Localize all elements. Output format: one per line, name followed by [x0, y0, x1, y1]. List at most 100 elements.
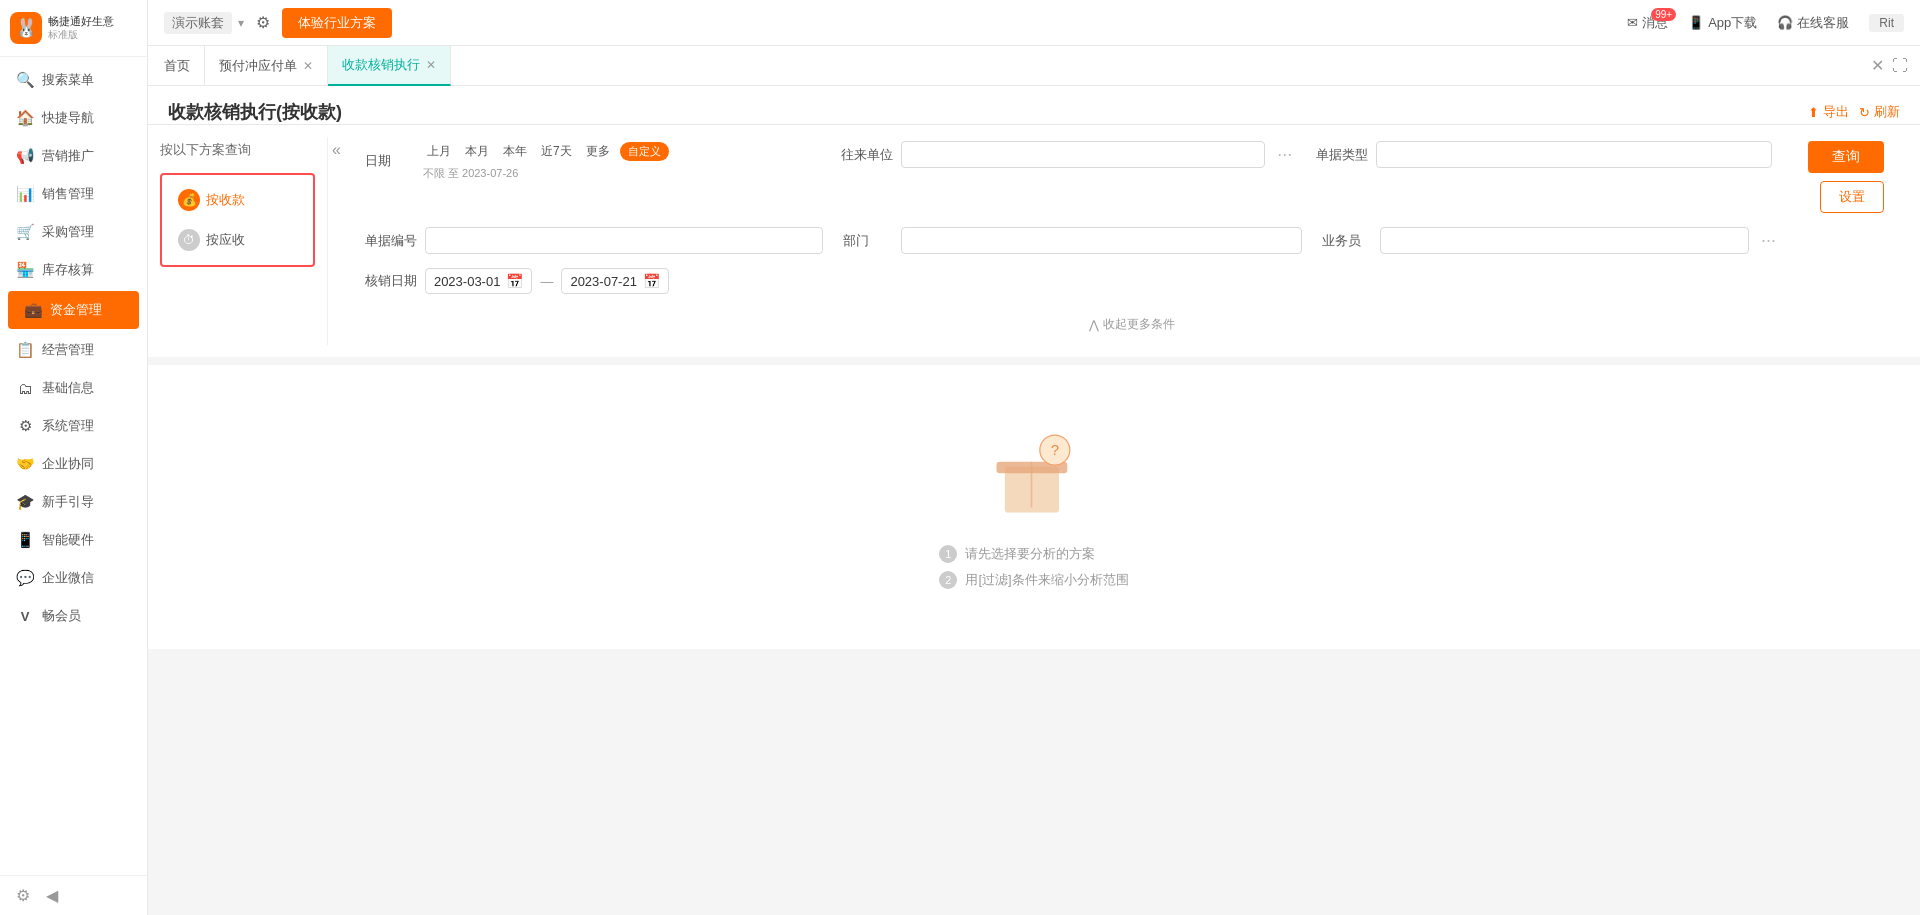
query-button[interactable]: 查询 — [1808, 141, 1884, 173]
voucher-no-input[interactable] — [425, 227, 823, 254]
refresh-button[interactable]: ↻ 刷新 — [1859, 103, 1900, 121]
writeoff-date-end-input[interactable]: 2023-07-21 📅 — [561, 268, 669, 294]
dept-label: 部门 — [843, 232, 893, 250]
writeoff-date-label: 核销日期 — [365, 272, 417, 290]
collapse-more-icon: ⋀ — [1089, 318, 1099, 332]
user-name[interactable]: Rit — [1869, 14, 1904, 32]
marketing-nav-icon: 📢 — [16, 147, 34, 165]
sidebar-item-system[interactable]: ⚙ 系统管理 — [0, 407, 147, 445]
staff-input[interactable] — [1380, 227, 1749, 254]
filter-option-by-receipt[interactable]: 💰 按收款 — [170, 183, 305, 217]
date-custom[interactable]: 自定义 — [620, 142, 669, 161]
sidebar-item-funds[interactable]: 💼 资金管理 — [8, 291, 139, 329]
inventory-nav-icon: 🏪 — [16, 261, 34, 279]
partner-label: 往来单位 — [841, 146, 893, 164]
company-dropdown-icon[interactable]: ▾ — [238, 16, 244, 30]
sidebar-item-member[interactable]: V 畅会员 — [0, 597, 147, 635]
staff-more-icon[interactable]: ··· — [1757, 230, 1780, 251]
sidebar-item-business[interactable]: 📋 经营管理 — [0, 331, 147, 369]
tab-prepay[interactable]: 预付冲应付单 ✕ — [205, 46, 328, 86]
sidebar-item-wechat[interactable]: 💬 企业微信 — [0, 559, 147, 597]
sales-nav-icon: 📊 — [16, 185, 34, 203]
tabbar: 首页 预付冲应付单 ✕ 收款核销执行 ✕ ✕ ⛶ — [148, 46, 1920, 86]
sidebar-item-marketing[interactable]: 📢 营销推广 — [0, 137, 147, 175]
partner-more-icon[interactable]: ··· — [1273, 144, 1296, 165]
collapse-more-conditions[interactable]: ⋀ 收起更多条件 — [365, 308, 1900, 341]
sidebar-label-hardware: 智能硬件 — [42, 531, 94, 549]
collapse-sidebar-arrow[interactable]: « — [328, 137, 345, 345]
sidebar-item-sales[interactable]: 📊 销售管理 — [0, 175, 147, 213]
sidebar-label-guide: 新手引导 — [42, 493, 94, 511]
business-nav-icon: 📋 — [16, 341, 34, 359]
hint-num-1: 1 — [939, 545, 957, 563]
tab-expand-icon[interactable]: ⛶ — [1892, 57, 1908, 75]
hint-text-2: 用[过滤]条件来缩小分析范围 — [965, 571, 1128, 589]
app-edition: 标准版 — [48, 28, 114, 42]
app-download-button[interactable]: 📱 App下载 — [1688, 14, 1757, 32]
settings-button[interactable]: 设置 — [1820, 181, 1884, 213]
sidebar-label-funds: 资金管理 — [50, 301, 102, 319]
staff-label: 业务员 — [1322, 232, 1372, 250]
sidebar-item-hardware[interactable]: 📱 智能硬件 — [0, 521, 147, 559]
calendar-end-icon: 📅 — [643, 273, 660, 289]
sidebar-label-business: 经营管理 — [42, 341, 94, 359]
date-last-7-days[interactable]: 近7天 — [537, 141, 576, 162]
filter-row-2: 单据编号 部门 业务员 ··· — [365, 227, 1900, 254]
sidebar-logo: 🐰 畅捷通好生意 标准版 — [0, 0, 147, 57]
sidebar-item-search[interactable]: 🔍 搜索菜单 — [0, 61, 147, 99]
by-receivable-icon: ⏱ — [178, 229, 200, 251]
by-receivable-label: 按应收 — [206, 231, 245, 249]
message-icon: ✉ — [1627, 15, 1638, 30]
svg-text:?: ? — [1051, 441, 1059, 458]
app-logo-icon: 🐰 — [10, 12, 42, 44]
topbar-gear-icon[interactable]: ⚙ — [256, 13, 270, 32]
tab-close-all-icon[interactable]: ✕ — [1871, 56, 1884, 75]
writeoff-date-start-input[interactable]: 2023-03-01 📅 — [425, 268, 533, 294]
sidebar-item-purchase[interactable]: 🛒 采购管理 — [0, 213, 147, 251]
date-last-month[interactable]: 上月 — [423, 141, 455, 162]
export-button[interactable]: ⬆ 导出 — [1808, 103, 1849, 121]
tab-receipt-close-icon[interactable]: ✕ — [426, 58, 436, 72]
online-service-button[interactable]: 🎧 在线客服 — [1777, 14, 1849, 32]
dept-select[interactable] — [901, 227, 1301, 254]
date-sub-text: 不限 至 2023-07-26 — [423, 166, 669, 181]
date-this-year[interactable]: 本年 — [499, 141, 531, 162]
refresh-label: 刷新 — [1874, 103, 1900, 121]
topbar-right: ✉ 消息 99+ 📱 App下载 🎧 在线客服 Rit — [1627, 14, 1904, 32]
purchase-nav-icon: 🛒 — [16, 223, 34, 241]
filter-option-by-receivable[interactable]: ⏱ 按应收 — [170, 223, 305, 257]
filter-area: 按以下方案查询 💰 按收款 ⏱ 按应收 « — [148, 125, 1920, 357]
voucher-type-select[interactable] — [1376, 141, 1772, 168]
home-nav-icon: 🏠 — [16, 109, 34, 127]
tabbar-actions: ✕ ⛶ — [1871, 56, 1908, 75]
sidebar-item-shortcut[interactable]: 🏠 快捷导航 — [0, 99, 147, 137]
sidebar-item-inventory[interactable]: 🏪 库存核算 — [0, 251, 147, 289]
tab-prepay-close-icon[interactable]: ✕ — [303, 59, 313, 73]
sidebar-item-guide[interactable]: 🎓 新手引导 — [0, 483, 147, 521]
sidebar-item-enterprise[interactable]: 🤝 企业协同 — [0, 445, 147, 483]
sidebar-item-basic[interactable]: 🗂 基础信息 — [0, 369, 147, 407]
messages-button[interactable]: ✉ 消息 99+ — [1627, 14, 1668, 32]
date-this-month[interactable]: 本月 — [461, 141, 493, 162]
content-area: 收款核销执行(按收款) ⬆ 导出 ↻ 刷新 按以下方案查询 — [148, 86, 1920, 915]
filter-options: 💰 按收款 ⏱ 按应收 — [160, 173, 315, 267]
filter-date-options: 上月 本月 本年 近7天 更多 自定义 — [423, 141, 669, 162]
filter-field-staff: 业务员 ··· — [1322, 227, 1780, 254]
date-more[interactable]: 更多 — [582, 141, 614, 162]
hardware-nav-icon: 📱 — [16, 531, 34, 549]
writeoff-start-date-text: 2023-03-01 — [434, 274, 501, 289]
settings-bottom-icon[interactable]: ⚙ — [16, 886, 30, 905]
writeoff-end-date-text: 2023-07-21 — [570, 274, 637, 289]
filter-row-3: 核销日期 2023-03-01 📅 — 2023-07-21 📅 — [365, 268, 1900, 294]
page-title: 收款核销执行(按收款) — [168, 100, 342, 124]
tab-receipt[interactable]: 收款核销执行 ✕ — [328, 46, 451, 86]
solution-button[interactable]: 体验行业方案 — [282, 8, 392, 38]
collapse-sidebar-icon[interactable]: ◀ — [46, 886, 58, 905]
filter-field-writeoff-date: 核销日期 2023-03-01 📅 — 2023-07-21 📅 — [365, 268, 1900, 294]
app-name-block: 畅捷通好生意 标准版 — [48, 14, 114, 42]
tab-home[interactable]: 首页 — [160, 46, 205, 86]
partner-input[interactable] — [901, 141, 1266, 168]
calendar-start-icon: 📅 — [506, 273, 523, 289]
wechat-nav-icon: 💬 — [16, 569, 34, 587]
filter-form: 日期 上月 本月 本年 近7天 更多 自定义 不限 至 2023-07-26 — [345, 137, 1920, 345]
